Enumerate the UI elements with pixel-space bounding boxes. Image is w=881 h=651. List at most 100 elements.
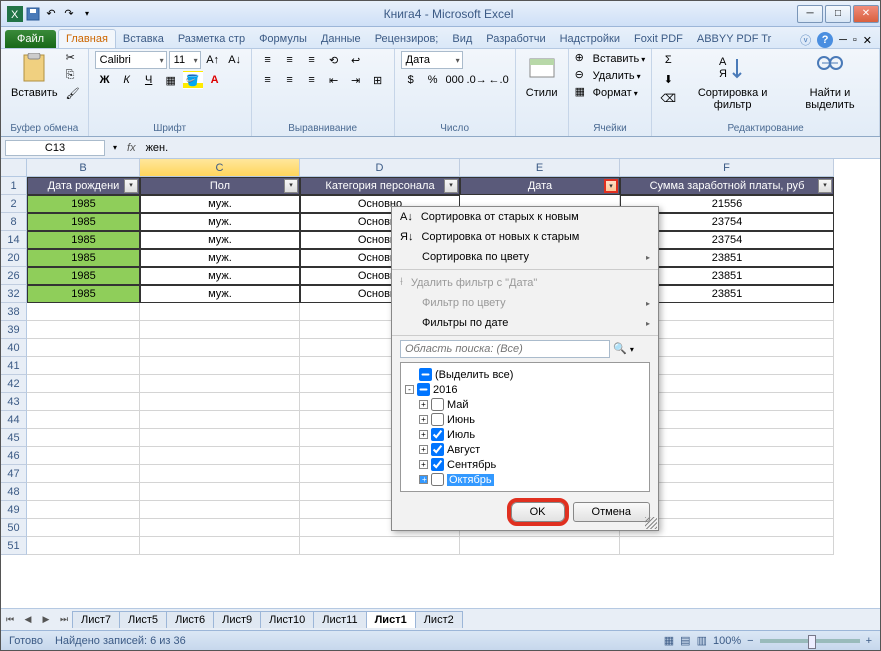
inc-indent-icon[interactable]: ⇥ xyxy=(346,71,366,89)
align-left-icon[interactable]: ≡ xyxy=(258,71,278,89)
qat-dropdown-icon[interactable]: ▾ xyxy=(79,6,95,22)
ribbon-minimize-icon[interactable]: ⓥ xyxy=(800,32,811,48)
fill-icon[interactable]: ⬇ xyxy=(658,70,678,88)
cell[interactable] xyxy=(27,537,140,555)
tab-nav-last[interactable]: ⏭ xyxy=(55,611,73,629)
fill-color-icon[interactable]: 🪣 xyxy=(183,71,203,89)
expand-icon[interactable]: + xyxy=(419,400,428,409)
row-header[interactable]: 43 xyxy=(1,393,27,411)
cell[interactable]: 1985 xyxy=(27,195,140,213)
sheet-tab[interactable]: Лист7 xyxy=(72,611,120,628)
help-icon[interactable]: ? xyxy=(817,32,833,48)
sort-by-color[interactable]: Сортировка по цвету ▸ xyxy=(392,247,658,267)
workbook-close-icon[interactable]: ✕ xyxy=(863,34,872,47)
percent-icon[interactable]: % xyxy=(423,71,443,89)
tree-checkbox[interactable] xyxy=(419,368,432,381)
row-header[interactable]: 14 xyxy=(1,231,27,249)
filter-button[interactable]: ▾ xyxy=(604,179,618,193)
cell[interactable] xyxy=(27,393,140,411)
sheet-tab[interactable]: Лист9 xyxy=(213,611,261,628)
row-header[interactable]: 41 xyxy=(1,357,27,375)
insert-cells-button[interactable]: ⊕Вставить▾ xyxy=(575,51,646,67)
close-button[interactable]: ✕ xyxy=(853,5,879,23)
expand-icon[interactable]: + xyxy=(419,475,428,484)
cell[interactable]: муж. xyxy=(140,231,300,249)
tree-item[interactable]: +Сентябрь xyxy=(405,457,645,472)
cell[interactable] xyxy=(27,519,140,537)
cell[interactable]: муж. xyxy=(140,267,300,285)
align-right-icon[interactable]: ≡ xyxy=(302,71,322,89)
shrink-font-icon[interactable]: A↓ xyxy=(225,51,245,69)
maximize-button[interactable]: □ xyxy=(825,5,851,23)
cell[interactable] xyxy=(620,537,834,555)
cell[interactable] xyxy=(140,537,300,555)
filter-button[interactable]: ▾ xyxy=(284,179,298,193)
font-color-icon[interactable]: A xyxy=(205,71,225,89)
cell[interactable]: 1985 xyxy=(27,285,140,303)
delete-cells-button[interactable]: ⊖Удалить▾ xyxy=(575,68,641,84)
border-icon[interactable]: ▦ xyxy=(161,71,181,89)
cell[interactable]: муж. xyxy=(140,195,300,213)
view-layout-icon[interactable]: ▤ xyxy=(680,634,690,647)
tab-addins[interactable]: Надстройки xyxy=(553,30,627,48)
tree-item[interactable]: (Выделить все) xyxy=(405,367,645,382)
tree-checkbox[interactable] xyxy=(431,443,444,456)
cell[interactable] xyxy=(140,321,300,339)
workbook-restore-icon[interactable]: ▫ xyxy=(853,34,857,46)
tree-item[interactable]: +Август xyxy=(405,442,645,457)
sheet-tab[interactable]: Лист2 xyxy=(415,611,463,628)
cell[interactable] xyxy=(27,321,140,339)
filter-button[interactable]: ▾ xyxy=(444,179,458,193)
cell[interactable] xyxy=(140,519,300,537)
tab-formulas[interactable]: Формулы xyxy=(252,30,314,48)
tab-abbyy[interactable]: ABBYY PDF Tr xyxy=(690,30,778,48)
underline-icon[interactable]: Ч xyxy=(139,71,159,89)
cell[interactable]: муж. xyxy=(140,285,300,303)
clear-icon[interactable]: ⌫ xyxy=(658,89,678,107)
cell[interactable] xyxy=(140,465,300,483)
view-normal-icon[interactable]: ▦ xyxy=(664,634,674,647)
autosum-icon[interactable]: Σ xyxy=(658,51,678,69)
column-headers[interactable]: BCDEF xyxy=(27,159,880,177)
align-center-icon[interactable]: ≡ xyxy=(280,71,300,89)
col-header-F[interactable]: F xyxy=(620,159,834,177)
copy-icon[interactable]: ⎘ xyxy=(66,69,82,85)
font-size-combo[interactable]: 11 xyxy=(169,51,201,69)
tab-layout[interactable]: Разметка стр xyxy=(171,30,252,48)
tab-file[interactable]: Файл xyxy=(5,30,56,48)
cell[interactable] xyxy=(27,429,140,447)
sort-newest-oldest[interactable]: Я↓ Сортировка от новых к старым xyxy=(392,227,658,247)
workbook-minimize-icon[interactable]: ─ xyxy=(839,34,847,46)
filter-search-input[interactable] xyxy=(400,340,610,358)
tab-view[interactable]: Вид xyxy=(445,30,479,48)
row-header[interactable]: 32 xyxy=(1,285,27,303)
name-box[interactable]: C13 xyxy=(5,140,105,156)
row-header[interactable]: 8 xyxy=(1,213,27,231)
row-header[interactable]: 39 xyxy=(1,321,27,339)
cell[interactable] xyxy=(27,465,140,483)
resize-grip-icon[interactable] xyxy=(645,517,657,529)
tab-nav-first[interactable]: ⏮ xyxy=(1,611,19,629)
wrap-text-icon[interactable]: ↩ xyxy=(346,51,366,69)
format-painter-icon[interactable]: 🖌 xyxy=(66,87,82,103)
comma-icon[interactable]: 000 xyxy=(445,71,465,89)
col-header-C[interactable]: C xyxy=(140,159,300,177)
tree-item[interactable]: +Июнь xyxy=(405,412,645,427)
row-header[interactable]: 50 xyxy=(1,519,27,537)
row-header[interactable]: 46 xyxy=(1,447,27,465)
row-header[interactable]: 47 xyxy=(1,465,27,483)
cell[interactable] xyxy=(27,357,140,375)
styles-button[interactable]: Стили xyxy=(522,51,562,101)
redo-icon[interactable]: ↷ xyxy=(61,6,77,22)
sort-oldest-newest[interactable]: A↓ Сортировка от старых к новым xyxy=(392,207,658,227)
sort-filter-button[interactable]: АЯ Сортировка и фильтр xyxy=(682,51,783,113)
date-filters[interactable]: Фильтры по дате ▸ xyxy=(392,313,658,333)
tree-item[interactable]: +Май xyxy=(405,397,645,412)
cell[interactable] xyxy=(27,375,140,393)
cell[interactable] xyxy=(27,303,140,321)
bold-icon[interactable]: Ж xyxy=(95,71,115,89)
format-cells-button[interactable]: ▦Формат▾ xyxy=(575,85,638,101)
cell[interactable]: 1985 xyxy=(27,249,140,267)
paste-button[interactable]: Вставить xyxy=(7,51,62,101)
cell[interactable] xyxy=(27,339,140,357)
